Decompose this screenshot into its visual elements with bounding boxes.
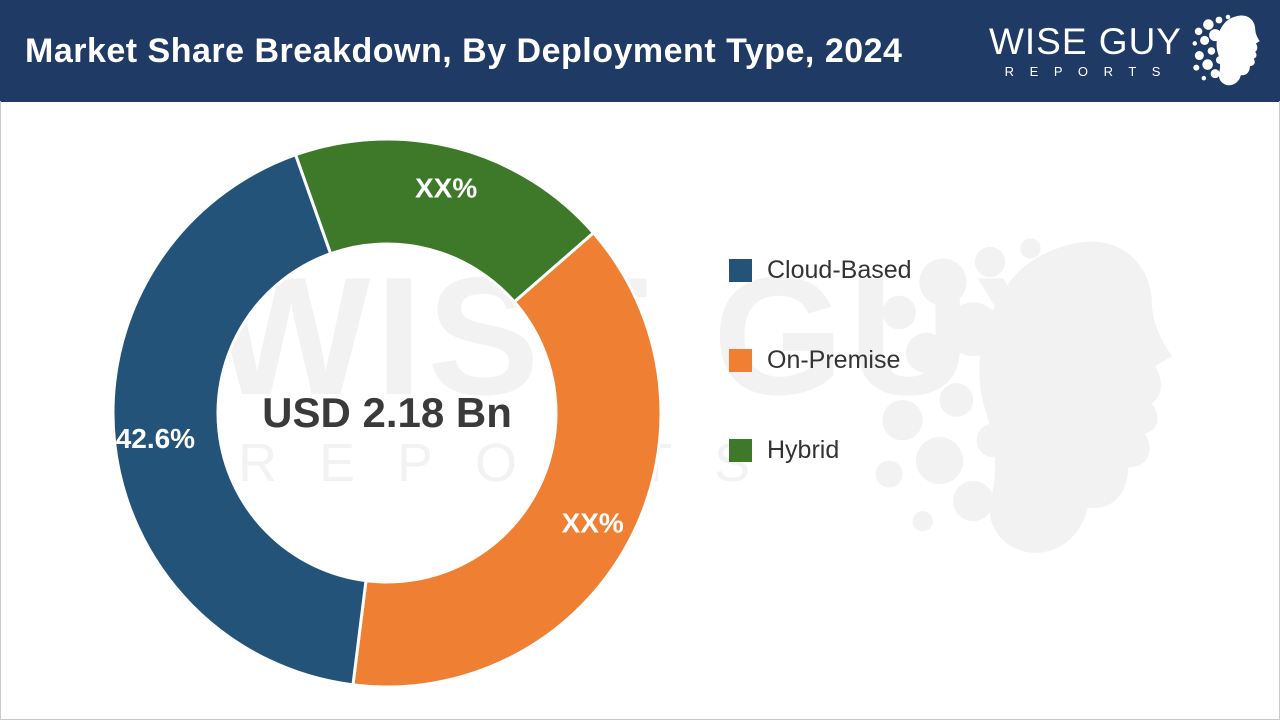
- slice-label-hybrid: XX%: [415, 173, 477, 204]
- legend-label: Cloud-Based: [767, 255, 912, 284]
- legend-item-cloud-based: Cloud-Based: [729, 256, 912, 284]
- legend-swatch-hybrid: [729, 438, 752, 462]
- logo-wordmark-line2: R E P O R T S: [1004, 64, 1167, 79]
- logo-wordmark-line1: WISE GUY: [988, 21, 1182, 62]
- legend-label: Hybrid: [767, 435, 840, 464]
- chart-center-value: USD 2.18 Bn: [262, 389, 512, 436]
- wise-guy-face-icon: [1188, 10, 1262, 92]
- wise-guy-logo: WISE GUY R E P O R T S: [989, 10, 1262, 92]
- slice-label-on-premise: XX%: [562, 508, 624, 539]
- legend-item-hybrid: Hybrid: [729, 436, 912, 464]
- logo-wordmark: WISE GUY R E P O R T S: [989, 22, 1182, 80]
- legend-swatch-cloud-based: [729, 258, 752, 282]
- slice-on-premise: [351, 231, 663, 689]
- chart-legend: Cloud-Based On-Premise Hybrid: [729, 256, 912, 464]
- slice-label-cloud-based: 42.6%: [116, 423, 195, 454]
- legend-label: On-Premise: [767, 345, 901, 374]
- page-title: Market Share Breakdown, By Deployment Ty…: [25, 31, 903, 70]
- legend-swatch-on-premise: [729, 348, 752, 372]
- legend-item-on-premise: On-Premise: [729, 346, 912, 374]
- infographic-page: Market Share Breakdown, By Deployment Ty…: [0, 0, 1280, 720]
- header-bar: Market Share Breakdown, By Deployment Ty…: [0, 0, 1280, 102]
